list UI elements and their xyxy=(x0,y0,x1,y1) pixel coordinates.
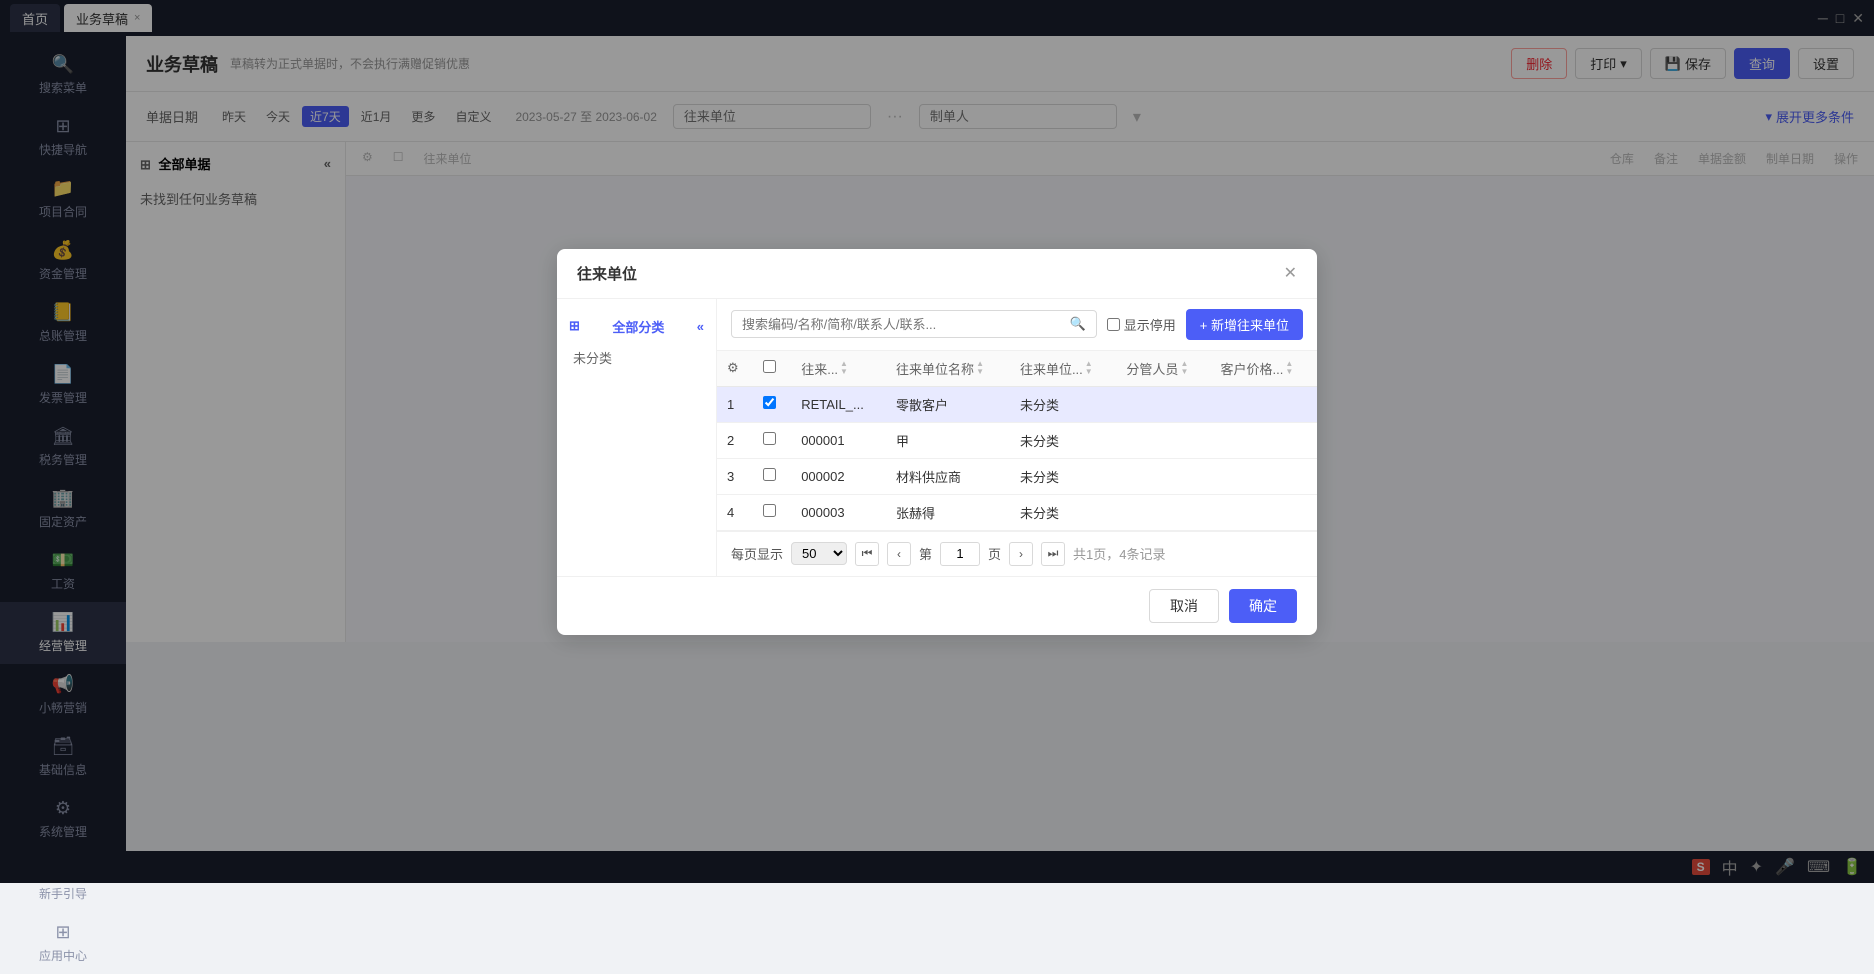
settings-icon: ⚙ xyxy=(727,360,739,375)
cell-price xyxy=(1210,458,1317,494)
th-checkbox[interactable] xyxy=(753,351,791,387)
cell-category: 未分类 xyxy=(1010,494,1116,530)
cell-checkbox[interactable] xyxy=(753,386,791,422)
table-scroll-area: ⚙ 往来... ▲▼ 往来单位 xyxy=(717,351,1317,531)
cell-manager xyxy=(1116,458,1210,494)
sidebar-item-appstore[interactable]: ⊞ 应用中心 xyxy=(0,912,126,974)
cell-checkbox[interactable] xyxy=(753,494,791,530)
prev-page-button[interactable]: ‹ xyxy=(887,542,911,566)
th-name: 往来单位名称 ▲▼ xyxy=(886,351,1010,387)
page-label-after: 页 xyxy=(988,544,1001,563)
dialog-close-button[interactable]: ✕ xyxy=(1284,263,1297,283)
row-checkbox[interactable] xyxy=(763,432,776,445)
row-checkbox[interactable] xyxy=(763,468,776,481)
table-toolbar: 🔍 显示停用 + 新增往来单位 xyxy=(717,299,1317,351)
select-all-checkbox[interactable] xyxy=(763,360,776,373)
sidebar-item-label: 应用中心 xyxy=(39,947,87,964)
th-price: 客户价格... ▲▼ xyxy=(1210,351,1317,387)
first-page-button[interactable]: ⏮ xyxy=(855,542,879,566)
cell-category: 未分类 xyxy=(1010,386,1116,422)
add-partner-button[interactable]: + 新增往来单位 xyxy=(1186,309,1303,340)
show-disabled-checkbox[interactable] xyxy=(1107,318,1120,331)
cell-no: 1 xyxy=(717,386,753,422)
confirm-button[interactable]: 确定 xyxy=(1229,589,1297,623)
last-page-button[interactable]: ⏭ xyxy=(1041,542,1065,566)
per-page-label: 每页显示 xyxy=(731,544,783,563)
cell-category: 未分类 xyxy=(1010,458,1116,494)
category-header: ⊞ 全部分类 « xyxy=(557,311,716,342)
modal-overlay[interactable]: 往来单位 ✕ ⊞ 全部分类 « 未分类 🔍 xyxy=(0,0,1874,883)
page-number-input[interactable] xyxy=(940,542,980,566)
next-page-button[interactable]: › xyxy=(1009,542,1033,566)
th-code: 往来... ▲▼ xyxy=(791,351,886,387)
cell-price xyxy=(1210,494,1317,530)
cancel-button[interactable]: 取消 xyxy=(1149,589,1219,623)
cell-name: 零散客户 xyxy=(886,386,1010,422)
cell-code: 000001 xyxy=(791,422,886,458)
cell-price xyxy=(1210,422,1317,458)
category-collapse-icon[interactable]: « xyxy=(697,319,704,334)
search-input[interactable] xyxy=(742,317,1064,332)
row-checkbox[interactable] xyxy=(763,396,776,409)
search-box: 🔍 xyxy=(731,310,1097,338)
dialog-title: 往来单位 xyxy=(577,263,637,284)
table-row[interactable]: 1 RETAIL_... 零散客户 未分类 xyxy=(717,386,1317,422)
th-manager: 分管人员 ▲▼ xyxy=(1116,351,1210,387)
dialog-body: ⊞ 全部分类 « 未分类 🔍 显示停用 xyxy=(557,299,1317,576)
total-records: 共1页，4条记录 xyxy=(1073,544,1165,563)
table-panel: 🔍 显示停用 + 新增往来单位 ⚙ xyxy=(717,299,1317,576)
table-row[interactable]: 2 000001 甲 未分类 xyxy=(717,422,1317,458)
table-row[interactable]: 4 000003 张赫得 未分类 xyxy=(717,494,1317,530)
cell-manager xyxy=(1116,422,1210,458)
sidebar-item-label: 新手引导 xyxy=(39,885,87,902)
cell-name: 甲 xyxy=(886,422,1010,458)
show-disabled-text: 显示停用 xyxy=(1124,315,1176,334)
partner-dialog: 往来单位 ✕ ⊞ 全部分类 « 未分类 🔍 xyxy=(557,249,1317,635)
row-checkbox[interactable] xyxy=(763,504,776,517)
cell-no: 3 xyxy=(717,458,753,494)
cell-checkbox[interactable] xyxy=(753,422,791,458)
per-page-select[interactable]: 50 20 100 xyxy=(791,542,847,565)
cell-no: 4 xyxy=(717,494,753,530)
cell-manager xyxy=(1116,386,1210,422)
pagination-bar: 每页显示 50 20 100 ⏮ ‹ 第 页 › ⏭ 共1页，4条记录 xyxy=(717,531,1317,576)
th-category: 往来单位... ▲▼ xyxy=(1010,351,1116,387)
cell-name: 材料供应商 xyxy=(886,458,1010,494)
category-icon: ⊞ xyxy=(569,318,580,334)
th-settings[interactable]: ⚙ xyxy=(717,351,753,387)
table-row[interactable]: 3 000002 材料供应商 未分类 xyxy=(717,458,1317,494)
cell-no: 2 xyxy=(717,422,753,458)
cell-category: 未分类 xyxy=(1010,422,1116,458)
show-disabled-label[interactable]: 显示停用 xyxy=(1107,315,1176,334)
partners-table: ⚙ 往来... ▲▼ 往来单位 xyxy=(717,351,1317,531)
category-panel: ⊞ 全部分类 « 未分类 xyxy=(557,299,717,576)
dialog-header: 往来单位 ✕ xyxy=(557,249,1317,299)
category-title: 全部分类 xyxy=(612,317,664,336)
cell-code: RETAIL_... xyxy=(791,386,886,422)
cell-price xyxy=(1210,386,1317,422)
cell-code: 000002 xyxy=(791,458,886,494)
search-icon: 🔍 xyxy=(1070,316,1086,332)
cell-code: 000003 xyxy=(791,494,886,530)
dialog-footer: 取消 确定 xyxy=(557,576,1317,635)
cell-manager xyxy=(1116,494,1210,530)
cell-name: 张赫得 xyxy=(886,494,1010,530)
page-label-before: 第 xyxy=(919,544,932,563)
category-item-unclassified[interactable]: 未分类 xyxy=(557,342,716,373)
appstore-icon: ⊞ xyxy=(55,922,70,943)
cell-checkbox[interactable] xyxy=(753,458,791,494)
